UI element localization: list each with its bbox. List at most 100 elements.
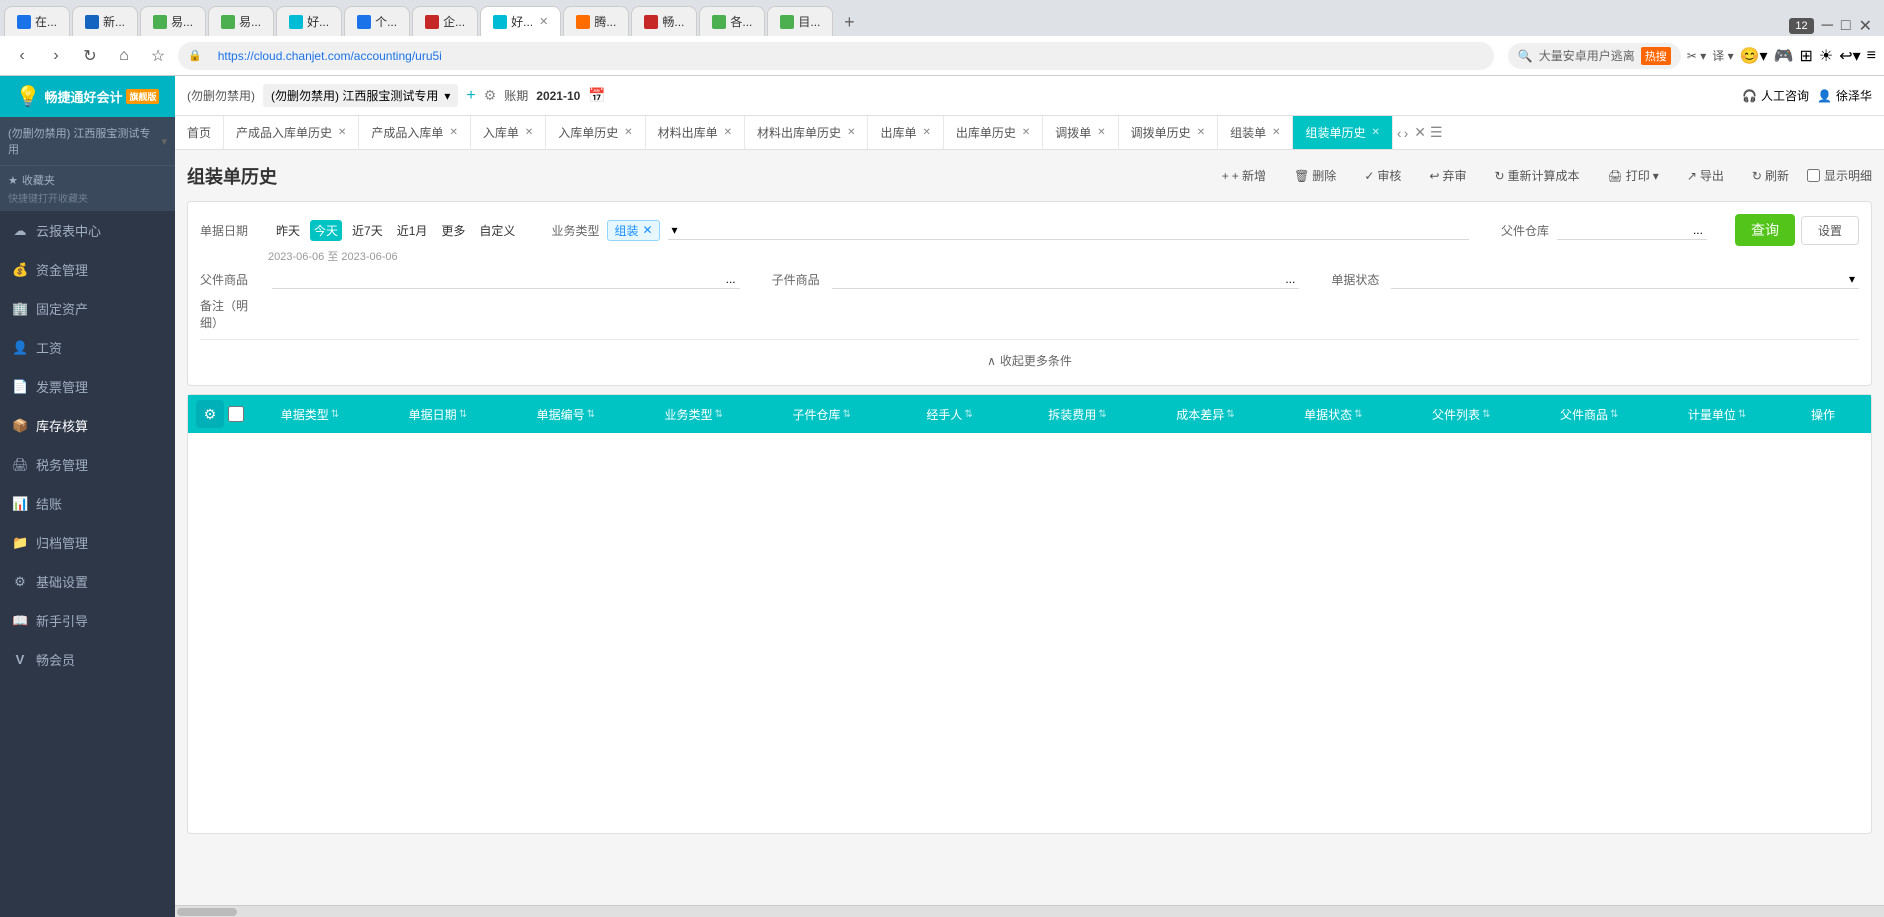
browser-tab-1[interactable]: 在...	[4, 6, 70, 36]
sidebar-item-salary[interactable]: 👤 工资	[0, 328, 175, 367]
col-bill-type[interactable]: 单据类型 ⇅	[248, 406, 372, 423]
browser-tab-12[interactable]: 目...	[767, 6, 833, 36]
tab-material-outbound[interactable]: 材料出库单 ✕	[646, 116, 745, 149]
sidebar-item-membership[interactable]: V 畅会员	[0, 640, 175, 679]
col-child-warehouse[interactable]: 子件仓库 ⇅	[760, 406, 884, 423]
tab-finished-goods-history[interactable]: 产成品入库单历史 ✕	[224, 116, 359, 149]
select-all-checkbox[interactable]	[228, 406, 244, 422]
business-type-tag-close[interactable]: ✕	[642, 223, 652, 237]
browser-tab-7[interactable]: 企...	[412, 6, 478, 36]
query-button[interactable]: 查询	[1735, 214, 1795, 246]
tab-close-finished-goods-history[interactable]: ✕	[338, 127, 346, 138]
tab-close-assembly[interactable]: ✕	[1272, 127, 1280, 138]
sidebar-item-new-guide[interactable]: 📖 新手引导	[0, 601, 175, 640]
col-parent-goods[interactable]: 父件商品 ⇅	[1527, 406, 1651, 423]
sidebar-item-invoice-mgmt[interactable]: 📄 发票管理	[0, 367, 175, 406]
print-button[interactable]: 🖨 打印 ▾	[1598, 162, 1669, 189]
date-opt-7days[interactable]: 近7天	[348, 220, 387, 241]
abandon-button[interactable]: ↩ 弃审	[1419, 162, 1476, 189]
tab-close-outbound-history[interactable]: ✕	[1022, 127, 1030, 138]
tab-close-8[interactable]: ✕	[539, 15, 548, 28]
tab-close-inbound[interactable]: ✕	[525, 127, 533, 138]
tab-outbound[interactable]: 出库单 ✕	[868, 116, 943, 149]
add-button[interactable]: + + 新增	[1212, 162, 1276, 189]
tab-home[interactable]: 首页	[175, 116, 224, 149]
col-bill-status[interactable]: 单据状态 ⇅	[1271, 406, 1395, 423]
tab-assembly-history[interactable]: 组装单历史 ✕	[1293, 116, 1392, 149]
tab-material-outbound-history[interactable]: 材料出库单历史 ✕	[745, 116, 868, 149]
tab-close-assembly-history[interactable]: ✕	[1372, 127, 1380, 138]
sidebar-item-inventory[interactable]: 📦 库存核算	[0, 406, 175, 445]
date-opt-today[interactable]: 今天	[310, 220, 342, 241]
sidebar-item-fund-mgmt[interactable]: 💰 资金管理	[0, 250, 175, 289]
collapse-btn[interactable]: ∧ 收起更多条件	[200, 348, 1859, 373]
date-opt-1month[interactable]: 近1月	[393, 220, 432, 241]
address-input[interactable]	[206, 42, 1484, 70]
refresh-button[interactable]: ↻ 刷新	[1742, 162, 1799, 189]
sidebar-item-cloud-reports[interactable]: ☁ 云报表中心	[0, 211, 175, 250]
show-detail-checkbox[interactable]: 显示明细	[1807, 167, 1872, 184]
forward-button[interactable]: ›	[42, 42, 70, 70]
table-gear-btn[interactable]: ⚙	[196, 400, 224, 428]
company-selector[interactable]: (勿删勿禁用) 江西服宝测试专用 ▾	[263, 84, 458, 107]
add-company-btn[interactable]: +	[466, 87, 475, 105]
parent-goods-input[interactable]: ...	[272, 270, 740, 289]
nav-menu-btn[interactable]: ☰	[1430, 124, 1443, 141]
col-bill-date[interactable]: 单据日期 ⇅	[376, 406, 500, 423]
game-btn[interactable]: 🎮	[1774, 46, 1794, 66]
child-goods-input[interactable]: ...	[832, 270, 1300, 289]
browser-tab-6[interactable]: 个...	[344, 6, 410, 36]
business-type-dropdown[interactable]: ▾	[668, 221, 1469, 240]
scissors-btn[interactable]: ✂ ▾	[1687, 49, 1706, 63]
tab-close-transfer-history[interactable]: ✕	[1197, 127, 1205, 138]
col-cost-diff[interactable]: 成本差异 ⇅	[1143, 406, 1267, 423]
nav-close-all-btn[interactable]: ✕	[1414, 124, 1426, 141]
tab-close-material-outbound-history[interactable]: ✕	[847, 127, 855, 138]
tab-outbound-history[interactable]: 出库单历史 ✕	[944, 116, 1043, 149]
col-disassembly-cost[interactable]: 拆装费用 ⇅	[1016, 406, 1140, 423]
nav-prev-arrow[interactable]: ‹	[1397, 125, 1402, 141]
emoji-btn[interactable]: 😊▾	[1740, 46, 1768, 66]
tab-close-outbound[interactable]: ✕	[922, 127, 930, 138]
tab-transfer-history[interactable]: 调拨单历史 ✕	[1119, 116, 1218, 149]
browser-tab-10[interactable]: 畅...	[631, 6, 697, 36]
maximize-button[interactable]: □	[1841, 17, 1851, 35]
grid-btn[interactable]: ⊞	[1799, 46, 1812, 66]
sidebar-item-fixed-assets[interactable]: 🏢 固定资产	[0, 289, 175, 328]
browser-tab-4[interactable]: 易...	[208, 6, 274, 36]
back-button[interactable]: ‹	[8, 42, 36, 70]
delete-button[interactable]: 🗑 删除	[1284, 162, 1346, 189]
tab-close-finished-goods[interactable]: ✕	[449, 127, 457, 138]
export-button[interactable]: ↗ 导出	[1677, 162, 1734, 189]
col-parent-list[interactable]: 父件列表 ⇅	[1399, 406, 1523, 423]
browser-tab-9[interactable]: 腾...	[563, 6, 629, 36]
tab-assembly[interactable]: 组装单 ✕	[1218, 116, 1293, 149]
col-unit[interactable]: 计量单位 ⇅	[1655, 406, 1779, 423]
show-detail-input[interactable]	[1807, 169, 1820, 182]
sidebar-item-archive-mgmt[interactable]: 📁 归档管理	[0, 523, 175, 562]
reload-button[interactable]: ↻	[76, 42, 104, 70]
recalculate-button[interactable]: ↻ 重新计算成本	[1484, 162, 1589, 189]
calendar-icon[interactable]: 📅	[588, 87, 605, 104]
browser-tab-8[interactable]: 好... ✕	[480, 6, 561, 36]
new-tab-button[interactable]: +	[835, 8, 863, 36]
sidebar-item-basic-settings[interactable]: ⚙ 基础设置	[0, 562, 175, 601]
sidebar-item-settlement[interactable]: 📊 结账	[0, 484, 175, 523]
minimize-button[interactable]: ─	[1822, 17, 1833, 35]
help-btn[interactable]: 🎧 人工咨询	[1742, 87, 1809, 104]
browser-tab-2[interactable]: 新...	[72, 6, 138, 36]
company-dropdown-icon[interactable]: ▾	[161, 135, 167, 148]
audit-button[interactable]: ✓ 审核	[1354, 162, 1411, 189]
tab-close-transfer[interactable]: ✕	[1097, 127, 1105, 138]
browser-tab-3[interactable]: 易...	[140, 6, 206, 36]
home-button[interactable]: ⌂	[110, 42, 138, 70]
tab-close-material-outbound[interactable]: ✕	[724, 127, 732, 138]
col-business-type[interactable]: 业务类型 ⇅	[632, 406, 756, 423]
tab-inbound[interactable]: 入库单 ✕	[471, 116, 546, 149]
date-opt-yesterday[interactable]: 昨天	[272, 220, 304, 241]
scroll-thumb[interactable]	[177, 908, 237, 916]
col-bill-no[interactable]: 单据编号 ⇅	[504, 406, 628, 423]
user-btn[interactable]: 👤 徐泽华	[1817, 87, 1872, 104]
date-opt-more[interactable]: 更多	[437, 220, 469, 241]
setup-button[interactable]: 设置	[1801, 216, 1859, 245]
